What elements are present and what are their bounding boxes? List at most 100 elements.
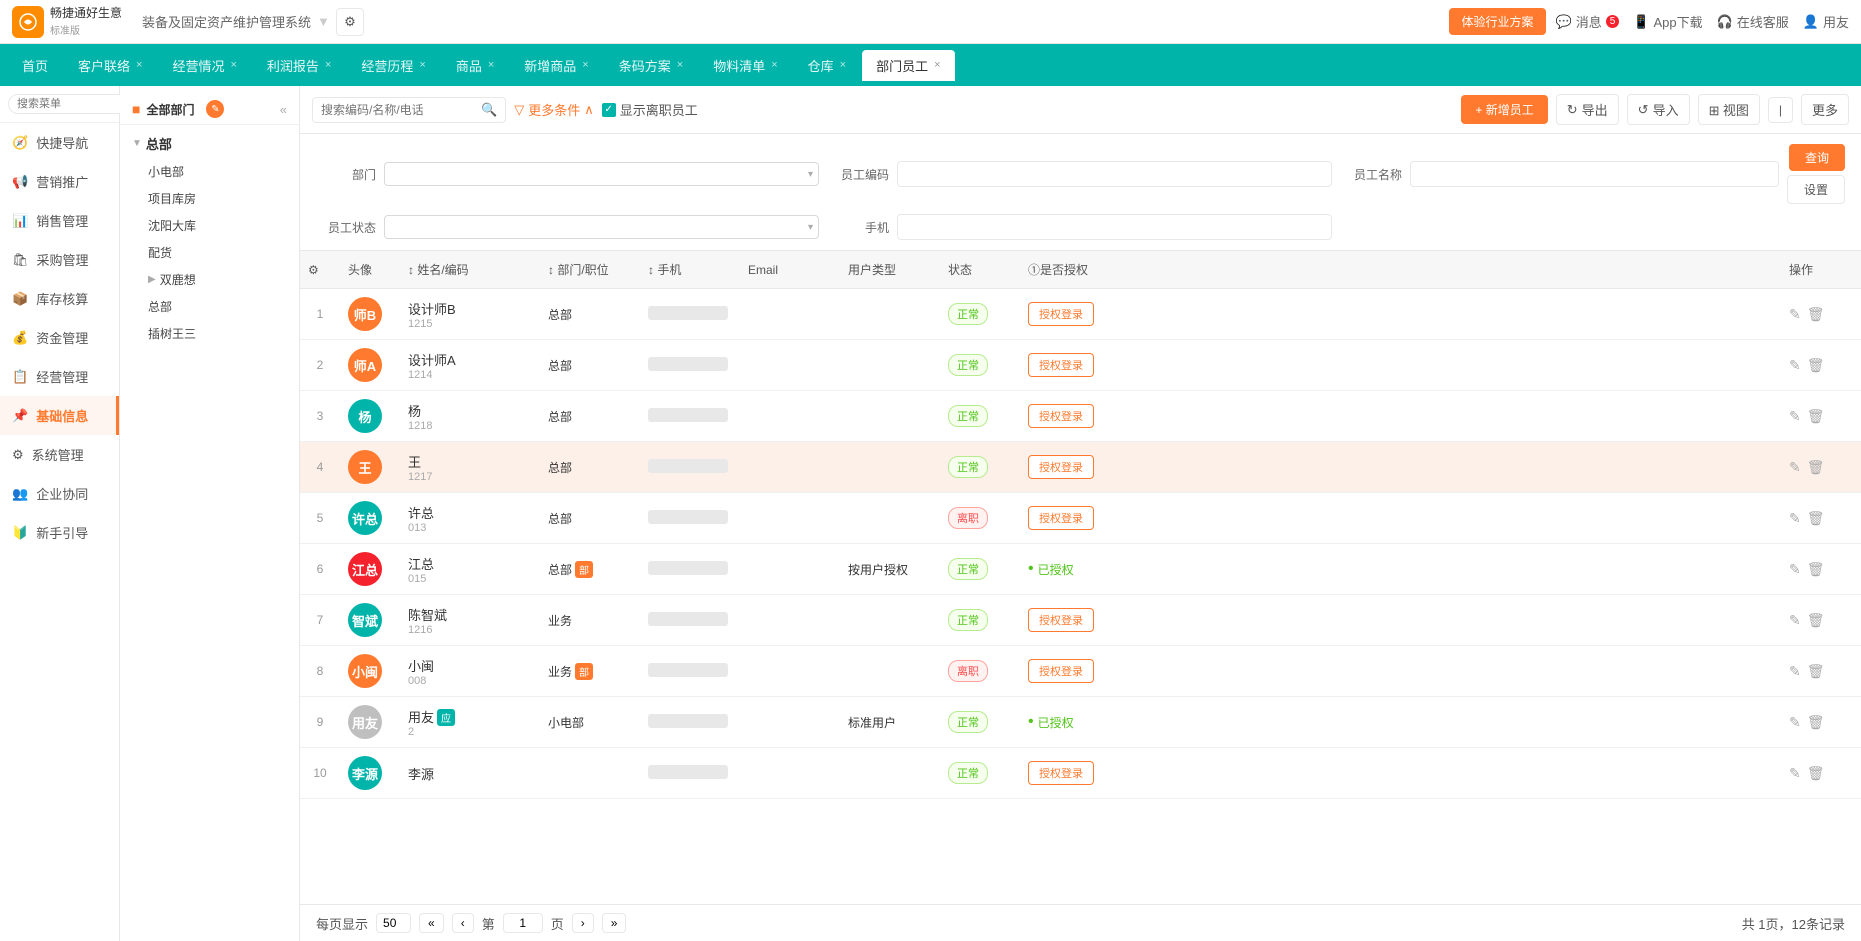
dept-node-shuanglu[interactable]: ▶双鹿想 bbox=[120, 266, 299, 293]
sidebar-item-guide[interactable]: 🔰新手引导 bbox=[0, 513, 119, 552]
trial-button[interactable]: 体验行业方案 bbox=[1449, 8, 1545, 35]
sidebar-item-purchase[interactable]: 🛍采购管理 bbox=[0, 240, 119, 279]
prev-page-btn[interactable]: ‹ bbox=[452, 913, 474, 933]
extra-button[interactable]: 更多 bbox=[1801, 94, 1849, 125]
last-page-btn[interactable]: » bbox=[602, 913, 627, 933]
message-btn[interactable]: 💬 消息 5 bbox=[1556, 12, 1620, 31]
close-icon[interactable]: × bbox=[771, 59, 777, 71]
close-icon[interactable]: × bbox=[230, 59, 236, 71]
edit-icon[interactable]: ✎ bbox=[1789, 561, 1801, 578]
sidebar-item-system[interactable]: ⚙系统管理 bbox=[0, 435, 119, 474]
status-select[interactable] bbox=[384, 215, 819, 239]
close-icon[interactable]: × bbox=[677, 59, 683, 71]
first-page-btn[interactable]: « bbox=[419, 913, 444, 933]
dept-node-peihu[interactable]: 配货 bbox=[120, 239, 299, 266]
auth-btn[interactable]: 授权登录 bbox=[1028, 353, 1094, 377]
online-service-btn[interactable]: 🎧 在线客服 bbox=[1717, 12, 1789, 31]
emp-name-input[interactable] bbox=[1410, 161, 1779, 187]
phone-input[interactable] bbox=[897, 214, 1332, 240]
more-button[interactable]: | bbox=[1768, 97, 1793, 123]
close-icon[interactable]: × bbox=[325, 59, 331, 71]
edit-icon[interactable]: ✎ bbox=[1789, 510, 1801, 527]
auth-btn[interactable]: 授权登录 bbox=[1028, 659, 1094, 683]
dept-node-shenyang[interactable]: 沈阳大库 bbox=[120, 212, 299, 239]
close-icon[interactable]: × bbox=[419, 59, 425, 71]
sidebar-item-collab[interactable]: 👥企业协同 bbox=[0, 474, 119, 513]
edit-icon[interactable]: ✎ bbox=[1789, 408, 1801, 425]
edit-icon[interactable]: ✎ bbox=[1789, 357, 1801, 374]
dept-node-chashuwang[interactable]: 插树王三 bbox=[120, 320, 299, 347]
dept-node-zongbu[interactable]: 总部 bbox=[120, 293, 299, 320]
edit-icon[interactable]: ✎ bbox=[1789, 714, 1801, 731]
export-button[interactable]: ↻ 导出 bbox=[1556, 94, 1619, 125]
delete-icon[interactable]: 🗑 bbox=[1807, 612, 1825, 629]
page-size-select[interactable]: 50 100 bbox=[376, 913, 411, 933]
tab-goods[interactable]: 商品 × bbox=[442, 50, 508, 81]
dept-node-project[interactable]: 项目库房 bbox=[120, 185, 299, 212]
tab-bom[interactable]: 物料清单 × bbox=[699, 50, 791, 81]
dept-node-xiaodian[interactable]: 小电部 bbox=[120, 158, 299, 185]
delete-icon[interactable]: 🗑 bbox=[1807, 408, 1825, 425]
dept-edit-icon[interactable]: ✎ bbox=[206, 100, 224, 118]
search-icon[interactable]: 🔍 bbox=[481, 102, 497, 118]
edit-icon[interactable]: ✎ bbox=[1789, 765, 1801, 782]
sidebar-item-sales[interactable]: 📊销售管理 bbox=[0, 201, 119, 240]
sidebar-item-basic[interactable]: 📌基础信息 bbox=[0, 396, 119, 435]
auth-btn[interactable]: 授权登录 bbox=[1028, 761, 1094, 785]
all-dept-text[interactable]: 全部部门 bbox=[146, 101, 194, 118]
auth-btn[interactable]: 授权登录 bbox=[1028, 455, 1094, 479]
view-button[interactable]: ⊞ 视图 bbox=[1698, 94, 1760, 125]
tab-new-goods[interactable]: 新增商品 × bbox=[510, 50, 602, 81]
tab-customer[interactable]: 客户联络 × bbox=[64, 50, 156, 81]
delete-icon[interactable]: 🗑 bbox=[1807, 357, 1825, 374]
close-icon[interactable]: × bbox=[840, 59, 846, 71]
tab-department[interactable]: 部门员工 × bbox=[862, 50, 954, 81]
query-button[interactable]: 查询 bbox=[1789, 144, 1845, 171]
emp-code-input[interactable] bbox=[897, 161, 1332, 187]
tab-home[interactable]: 首页 bbox=[8, 50, 62, 81]
tab-operation[interactable]: 经营情况 × bbox=[158, 50, 250, 81]
tab-history[interactable]: 经营历程 × bbox=[347, 50, 439, 81]
col-name[interactable]: ↕ 姓名/编码 bbox=[400, 251, 540, 289]
sidebar-item-operation[interactable]: 📋经营管理 bbox=[0, 357, 119, 396]
page-number-input[interactable] bbox=[503, 913, 543, 933]
sidebar-item-inventory[interactable]: 📦库存核算 bbox=[0, 279, 119, 318]
dept-node-zongbu-root[interactable]: ▼ 总部 bbox=[120, 129, 299, 158]
user-avatar[interactable]: 👤 用友 bbox=[1803, 12, 1849, 31]
auth-btn[interactable]: 授权登录 bbox=[1028, 608, 1094, 632]
show-inactive-toggle[interactable]: ✓ 显示离职员工 bbox=[602, 100, 698, 119]
app-download-btn[interactable]: 📱 App下载 bbox=[1633, 12, 1702, 31]
add-employee-button[interactable]: + 新增员工 bbox=[1461, 95, 1547, 124]
delete-icon[interactable]: 🗑 bbox=[1807, 714, 1825, 731]
edit-icon[interactable]: ✎ bbox=[1789, 612, 1801, 629]
tab-profit[interactable]: 利润报告 × bbox=[253, 50, 345, 81]
sidebar-item-marketing[interactable]: 📢营销推广 bbox=[0, 162, 119, 201]
delete-icon[interactable]: 🗑 bbox=[1807, 459, 1825, 476]
sidebar-item-quicknav[interactable]: 🧭快捷导航 bbox=[0, 123, 119, 162]
auth-btn[interactable]: 授权登录 bbox=[1028, 404, 1094, 428]
reset-button[interactable]: 设置 bbox=[1787, 175, 1845, 204]
next-page-btn[interactable]: › bbox=[572, 913, 594, 933]
edit-icon[interactable]: ✎ bbox=[1789, 663, 1801, 680]
delete-icon[interactable]: 🗑 bbox=[1807, 765, 1825, 782]
col-dept[interactable]: ↕ 部门/职位 bbox=[540, 251, 640, 289]
collapse-btn[interactable]: « bbox=[280, 102, 287, 117]
close-icon[interactable]: × bbox=[582, 59, 588, 71]
close-icon[interactable]: × bbox=[488, 59, 494, 71]
close-icon[interactable]: × bbox=[934, 59, 940, 71]
tab-barcode[interactable]: 条码方案 × bbox=[605, 50, 697, 81]
col-phone[interactable]: ↕ 手机 bbox=[640, 251, 740, 289]
import-button[interactable]: ↺ 导入 bbox=[1627, 94, 1690, 125]
more-conditions-btn[interactable]: ▽ 更多条件 ∧ bbox=[514, 100, 594, 119]
delete-icon[interactable]: 🗑 bbox=[1807, 663, 1825, 680]
auth-btn[interactable]: 授权登录 bbox=[1028, 302, 1094, 326]
delete-icon[interactable]: 🗑 bbox=[1807, 510, 1825, 527]
search-input[interactable] bbox=[321, 103, 481, 117]
edit-icon[interactable]: ✎ bbox=[1789, 459, 1801, 476]
edit-icon[interactable]: ✎ bbox=[1789, 306, 1801, 323]
settings-icon[interactable]: ⚙ bbox=[336, 8, 364, 36]
tab-warehouse[interactable]: 仓库 × bbox=[794, 50, 860, 81]
dept-select[interactable] bbox=[384, 162, 819, 186]
sidebar-item-finance[interactable]: 💰资金管理 bbox=[0, 318, 119, 357]
close-icon[interactable]: × bbox=[136, 59, 142, 71]
